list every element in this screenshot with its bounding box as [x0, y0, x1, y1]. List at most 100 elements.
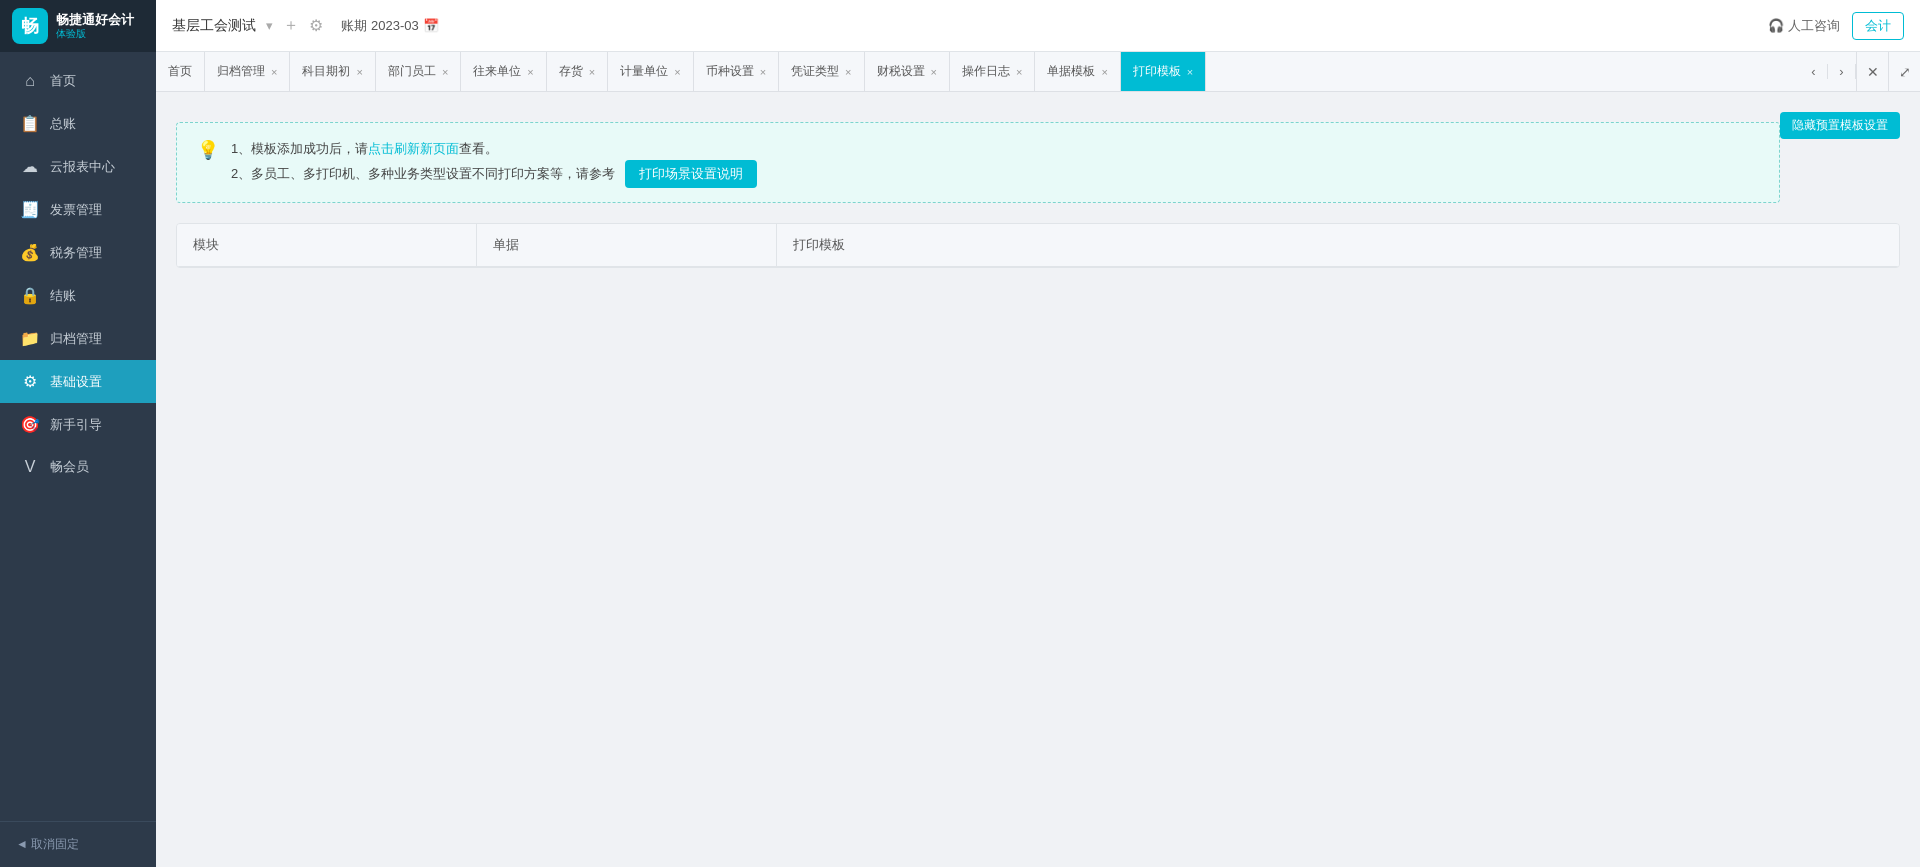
- tab-close-voucher[interactable]: ×: [845, 66, 851, 78]
- tab-close-taxsetting[interactable]: ×: [931, 66, 937, 78]
- top-bar: 基层工会测试 ▾ ＋ ⚙ 账期 2023-03 📅 🎧 人工咨询 会计: [156, 0, 1920, 52]
- nav-icon-reports: ☁: [20, 157, 40, 176]
- tab-close-subject[interactable]: ×: [356, 66, 362, 78]
- tab-unit[interactable]: 计量单位 ×: [608, 52, 693, 91]
- tab-close-unit[interactable]: ×: [674, 66, 680, 78]
- top-bar-right: 🎧 人工咨询 会计: [1768, 12, 1904, 40]
- calendar-icon[interactable]: 📅: [423, 18, 439, 33]
- table-col-打印模板: 打印模板: [777, 224, 1899, 266]
- tab-close-partner[interactable]: ×: [527, 66, 533, 78]
- tab-fullscreen-btn[interactable]: ⤢: [1888, 52, 1920, 91]
- tab-close-receipt[interactable]: ×: [1101, 66, 1107, 78]
- print-scene-btn[interactable]: 打印场景设置说明: [625, 160, 757, 188]
- tab-label-unit: 计量单位: [620, 63, 668, 80]
- sidebar-logo: 畅 畅捷通好会计 体验版: [0, 0, 156, 52]
- kuaiji-button[interactable]: 会计: [1852, 12, 1904, 40]
- logo-title: 畅捷通好会计: [56, 12, 134, 28]
- main-area: 基层工会测试 ▾ ＋ ⚙ 账期 2023-03 📅 🎧 人工咨询 会计 首页归档…: [156, 0, 1920, 867]
- sidebar-item-guide[interactable]: 🎯 新手引导: [0, 403, 156, 446]
- nav-label-settings: 基础设置: [50, 373, 102, 391]
- info-line-1: 1、模板添加成功后，请点击刷新新页面查看。: [231, 137, 1759, 160]
- logo-text: 畅捷通好会计 体验版: [56, 12, 134, 40]
- company-title: 基层工会测试: [172, 17, 256, 35]
- nav-icon-archive: 📁: [20, 329, 40, 348]
- sidebar-item-archive[interactable]: 📁归档管理: [0, 317, 156, 360]
- logo-icon: 畅: [12, 8, 48, 44]
- sidebar-item-settings[interactable]: ⚙基础设置: [0, 360, 156, 403]
- table-col-单据: 单据: [477, 224, 777, 266]
- tab-inventory[interactable]: 存货 ×: [547, 52, 608, 91]
- tab-archive[interactable]: 归档管理 ×: [205, 52, 290, 91]
- add-tab-btn[interactable]: ＋: [283, 15, 299, 36]
- nav-label-tax: 税务管理: [50, 244, 102, 262]
- table-header: 模块单据打印模板: [177, 224, 1899, 267]
- tab-label-currency: 币种设置: [706, 63, 754, 80]
- tab-voucher[interactable]: 凭证类型 ×: [779, 52, 864, 91]
- nav-icon-guide: 🎯: [20, 415, 40, 434]
- nav-label-guide: 新手引导: [50, 416, 102, 434]
- tab-label-oplog: 操作日志: [962, 63, 1010, 80]
- tab-subject[interactable]: 科目期初 ×: [290, 52, 375, 91]
- nav-icon-home: ⌂: [20, 72, 40, 90]
- nav-label-reports: 云报表中心: [50, 158, 115, 176]
- hide-preview-btn[interactable]: 隐藏预置模板设置: [1780, 112, 1900, 139]
- tab-label-inventory: 存货: [559, 63, 583, 80]
- tab-close-oplog[interactable]: ×: [1016, 66, 1022, 78]
- period-value: 2023-03: [371, 18, 419, 33]
- sidebar-nav: ⌂ 首页 📋总账 ☁ 云报表中心 🧾 发票管理 💰 税务管理 🔒结账📁归档管理⚙基础设置 🎯 新手引导…: [0, 52, 156, 821]
- nav-label-close: 结账: [50, 287, 76, 305]
- info-line1-prefix: 1、模板添加成功后，请: [231, 141, 368, 156]
- tab-label-receipt: 单据模板: [1047, 63, 1095, 80]
- human-service-btn[interactable]: 🎧 人工咨询: [1768, 17, 1840, 35]
- tab-close-archive[interactable]: ×: [271, 66, 277, 78]
- settings-btn[interactable]: ⚙: [309, 16, 323, 35]
- nav-label-member: 畅会员: [50, 458, 89, 476]
- sidebar: 畅 畅捷通好会计 体验版 ⌂ 首页 📋总账 ☁ 云报表中心 🧾 发票管理 💰 税务管理 🔒结账📁归…: [0, 0, 156, 867]
- sidebar-item-member[interactable]: V畅会员: [0, 446, 156, 488]
- tab-receipt[interactable]: 单据模板 ×: [1035, 52, 1120, 91]
- tab-next-btn[interactable]: ›: [1828, 64, 1856, 79]
- tab-label-print: 打印模板: [1133, 63, 1181, 80]
- unpin-label: ◄ 取消固定: [16, 836, 79, 853]
- company-dropdown-arrow[interactable]: ▾: [266, 18, 273, 33]
- nav-icon-tax: 💰: [20, 243, 40, 262]
- nav-label-home: 首页: [50, 72, 76, 90]
- sidebar-item-invoice[interactable]: 🧾 发票管理: [0, 188, 156, 231]
- table-col-模块: 模块: [177, 224, 477, 266]
- sidebar-item-close[interactable]: 🔒结账: [0, 274, 156, 317]
- tab-actions: ‹ › ✕ ⤢: [1800, 52, 1920, 91]
- sidebar-item-home[interactable]: ⌂ 首页: [0, 60, 156, 102]
- info-content: 1、模板添加成功后，请点击刷新新页面查看。 2、多员工、多打印机、多种业务类型设…: [231, 137, 1759, 188]
- sidebar-footer[interactable]: ◄ 取消固定: [0, 821, 156, 867]
- tab-label-home: 首页: [168, 63, 192, 80]
- tab-label-archive: 归档管理: [217, 63, 265, 80]
- refresh-page-link[interactable]: 点击刷新新页面: [368, 141, 459, 156]
- tab-label-taxsetting: 财税设置: [877, 63, 925, 80]
- tab-close-currency[interactable]: ×: [760, 66, 766, 78]
- tab-oplog[interactable]: 操作日志 ×: [950, 52, 1035, 91]
- tab-label-voucher: 凭证类型: [791, 63, 839, 80]
- tab-close-department[interactable]: ×: [442, 66, 448, 78]
- tab-department[interactable]: 部门员工×: [376, 52, 461, 91]
- info-line2-prefix: 2、多员工、多打印机、多种业务类型设置不同打印方案等，请参考: [231, 166, 615, 181]
- tab-label-subject: 科目期初: [302, 63, 350, 80]
- sidebar-item-tax[interactable]: 💰 税务管理: [0, 231, 156, 274]
- nav-icon-invoice: 🧾: [20, 200, 40, 219]
- tab-currency[interactable]: 币种设置 ×: [694, 52, 779, 91]
- nav-label-invoice: 发票管理: [50, 201, 102, 219]
- period-label: 账期: [341, 17, 367, 35]
- headset-icon: 🎧: [1768, 18, 1784, 33]
- tab-close-all-btn[interactable]: ✕: [1856, 52, 1888, 91]
- nav-label-ledger: 总账: [50, 115, 76, 133]
- tab-print[interactable]: 打印模板 ×: [1121, 52, 1206, 91]
- sidebar-item-reports[interactable]: ☁ 云报表中心: [0, 145, 156, 188]
- info-box: 💡 1、模板添加成功后，请点击刷新新页面查看。 2、多员工、多打印机、多种业务类…: [176, 122, 1780, 203]
- tab-prev-btn[interactable]: ‹: [1800, 64, 1828, 79]
- tab-close-print[interactable]: ×: [1187, 66, 1193, 78]
- period-display: 账期 2023-03 📅: [341, 17, 439, 35]
- tab-close-inventory[interactable]: ×: [589, 66, 595, 78]
- tab-home[interactable]: 首页: [156, 52, 205, 91]
- tab-taxsetting[interactable]: 财税设置 ×: [865, 52, 950, 91]
- sidebar-item-ledger[interactable]: 📋总账: [0, 102, 156, 145]
- tab-partner[interactable]: 往来单位×: [461, 52, 546, 91]
